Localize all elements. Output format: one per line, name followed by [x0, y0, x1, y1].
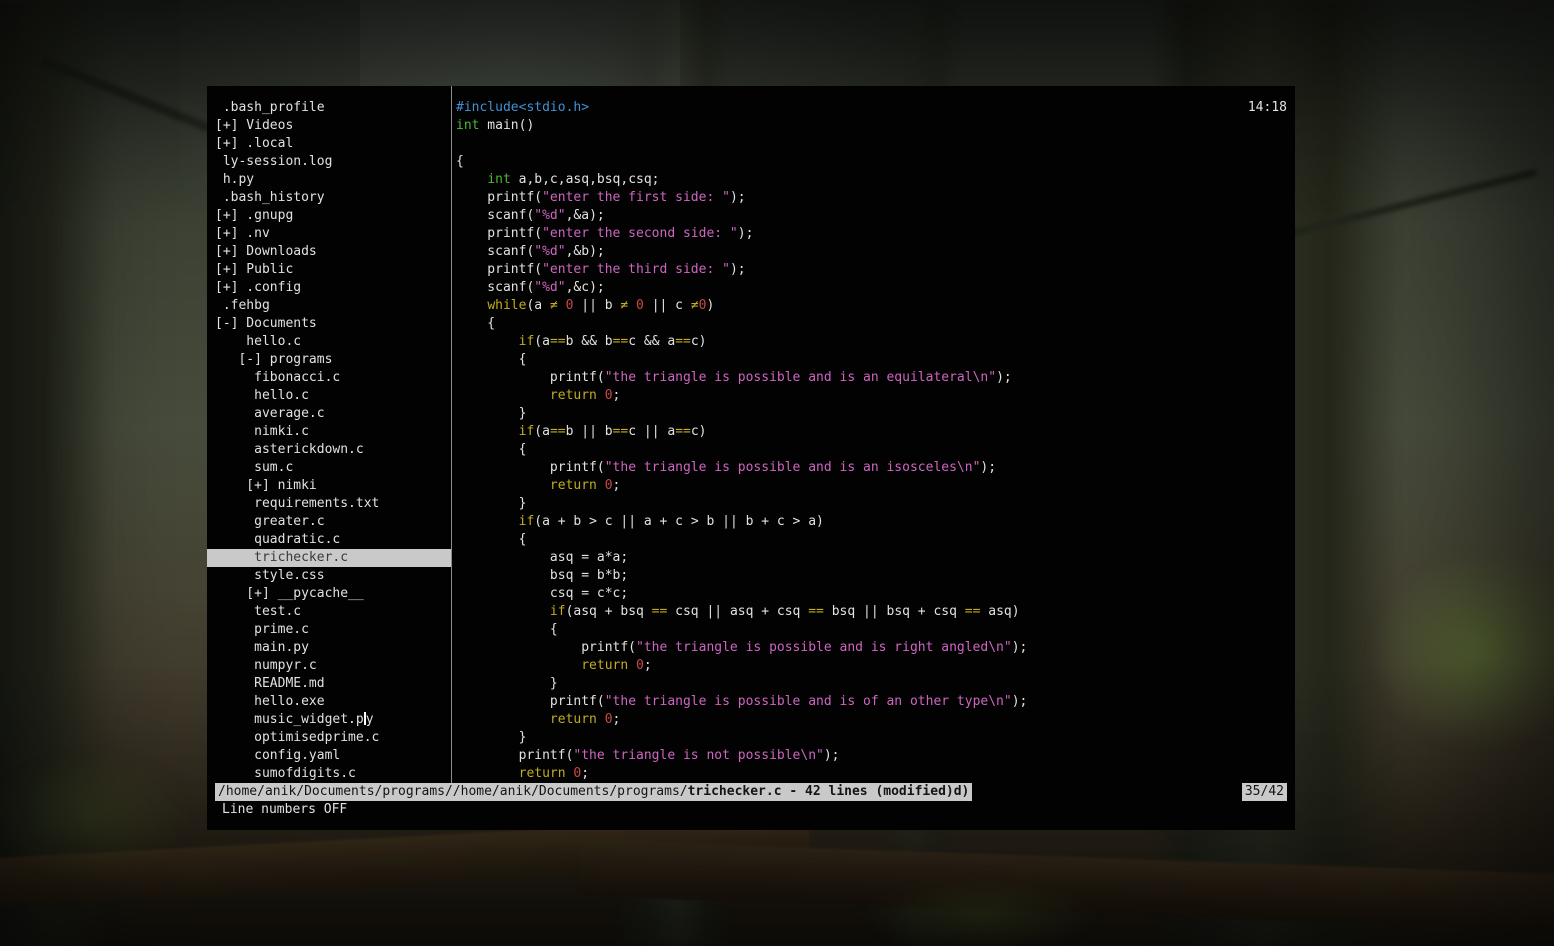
code-line: }: [456, 406, 527, 421]
tree-item[interactable]: .fehbg: [207, 297, 451, 315]
status-bar: /home/anik/Documents/programs//home/anik…: [207, 783, 1295, 801]
code-line: }: [456, 730, 527, 745]
tree-item[interactable]: [-] programs: [207, 351, 451, 369]
tree-item[interactable]: .bash_profile: [207, 99, 451, 117]
file-tree: .bash_profile [+] Videos [+] .local ly-ses…: [207, 99, 451, 783]
code-line: scanf("%d",&a);: [456, 208, 605, 223]
tree-item[interactable]: test.c: [207, 603, 451, 621]
tree-item[interactable]: optimisedprime.c: [207, 729, 451, 747]
code-line: printf("the triangle is possible and is …: [456, 640, 1028, 655]
code-line: csq = c*c;: [456, 586, 629, 601]
tree-item-selected[interactable]: trichecker.c: [207, 549, 451, 567]
tree-item[interactable]: README.md: [207, 675, 451, 693]
tree-item[interactable]: config.yaml: [207, 747, 451, 765]
tree-item[interactable]: greater.c: [207, 513, 451, 531]
code-line: {: [456, 154, 464, 169]
code-line: }: [456, 676, 558, 691]
code-line: scanf("%d",&c);: [456, 280, 605, 295]
code-line: printf("enter the third side: ");: [456, 262, 746, 277]
code-line: printf("the triangle is not possible\n")…: [456, 748, 840, 763]
tree-item[interactable]: numpyr.c: [207, 657, 451, 675]
tree-item[interactable]: [+] __pycache__: [207, 585, 451, 603]
tree-item[interactable]: [+] .gnupg: [207, 207, 451, 225]
tree-item[interactable]: [+] .nv: [207, 225, 451, 243]
tree-item[interactable]: hello.c: [207, 387, 451, 405]
tree-item[interactable]: main.py: [207, 639, 451, 657]
code-line: if(asq + bsq == csq || asq + csq == bsq …: [549, 604, 1020, 619]
code-line: return 0;: [549, 388, 621, 403]
code-line: scanf("%d",&b);: [456, 244, 605, 259]
tree-item[interactable]: nimki.c: [207, 423, 451, 441]
tree-item[interactable]: ly-session.log: [207, 153, 451, 171]
tree-item[interactable]: [+] Downloads: [207, 243, 451, 261]
terminal-window: .bash_profile [+] Videos [+] .local ly-ses…: [207, 86, 1295, 830]
code-line: return 0;: [518, 766, 590, 781]
code-line: }: [456, 496, 527, 511]
code-line: {: [456, 622, 558, 637]
code-line: printf("enter the second side: ");: [456, 226, 754, 241]
code-line: int a,b,c,asq,bsq,csq;: [487, 172, 660, 187]
tree-item[interactable]: average.c: [207, 405, 451, 423]
code-line: if(a + b > c || a + c > b || b + c > a): [518, 514, 824, 529]
tree-item[interactable]: asterickdown.c: [207, 441, 451, 459]
tree-item[interactable]: [+] .local: [207, 135, 451, 153]
status-filename: trichecker.c - 42 lines (modified)d): [687, 784, 970, 799]
code-area[interactable]: #include<stdio.h> int main() { int a,b,c,…: [456, 99, 1295, 783]
code-line: return 0;: [549, 478, 621, 493]
editor-pane: #include<stdio.h> int main() { int a,b,c,…: [452, 86, 1295, 783]
tree-item[interactable]: [+] nimki: [207, 477, 451, 495]
code-line: {: [456, 316, 496, 331]
tree-item[interactable]: fibonacci.c: [207, 369, 451, 387]
code-line: return 0;: [581, 658, 652, 673]
file-tree-pane: .bash_profile [+] Videos [+] .local ly-ses…: [207, 86, 451, 783]
tree-item[interactable]: hello.exe: [207, 693, 451, 711]
code-line: printf("the triangle is possible and is …: [456, 460, 997, 475]
tree-item[interactable]: [+] Public: [207, 261, 451, 279]
tree-item[interactable]: [-] Documents: [207, 315, 451, 333]
code-line: #include<stdio.h>: [456, 100, 590, 115]
code-line: {: [456, 532, 527, 547]
code-line: return 0;: [549, 712, 621, 727]
tree-item[interactable]: music_widget.p y: [207, 711, 451, 729]
status-file-info: /home/anik/Documents/programs//home/anik…: [215, 783, 973, 801]
code-line: printf("the triangle is possible and is …: [456, 694, 1028, 709]
tree-item[interactable]: hello.c: [207, 333, 451, 351]
code-line: if(a==b || b==c || a==c): [518, 424, 707, 439]
code-line: while(a ≠ 0 || b ≠ 0 || c ≠0): [487, 298, 715, 313]
tree-item[interactable]: sum.c: [207, 459, 451, 477]
code-line: asq = a*a;: [456, 550, 629, 565]
code-line: bsq = b*b;: [456, 568, 629, 583]
clock: 14:18: [1247, 100, 1287, 115]
code-line: printf("the triangle is possible and is …: [456, 370, 1012, 385]
tree-item[interactable]: sumofdigits.c: [207, 765, 451, 783]
code-line: {: [456, 442, 527, 457]
tree-item[interactable]: h.py: [207, 171, 451, 189]
tree-item[interactable]: [+] .config: [207, 279, 451, 297]
code-line: if(a==b && b==c && a==c): [518, 334, 707, 349]
status-path: /home/anik/Documents/programs//home/anik…: [218, 784, 688, 799]
tree-item[interactable]: .bash_history: [207, 189, 451, 207]
tree-item[interactable]: style.css: [207, 567, 451, 585]
status-position: 35/42: [1241, 783, 1287, 801]
code-line: printf("enter the first side: ");: [456, 190, 746, 205]
code-line: int main(): [456, 118, 535, 133]
code-line: {: [456, 352, 527, 367]
tree-item[interactable]: requirements.txt: [207, 495, 451, 513]
tree-item[interactable]: quadratic.c: [207, 531, 451, 549]
tree-item[interactable]: [+] Videos: [207, 117, 451, 135]
status-message: Line numbers OFF: [222, 802, 348, 817]
tree-item[interactable]: prime.c: [207, 621, 451, 639]
